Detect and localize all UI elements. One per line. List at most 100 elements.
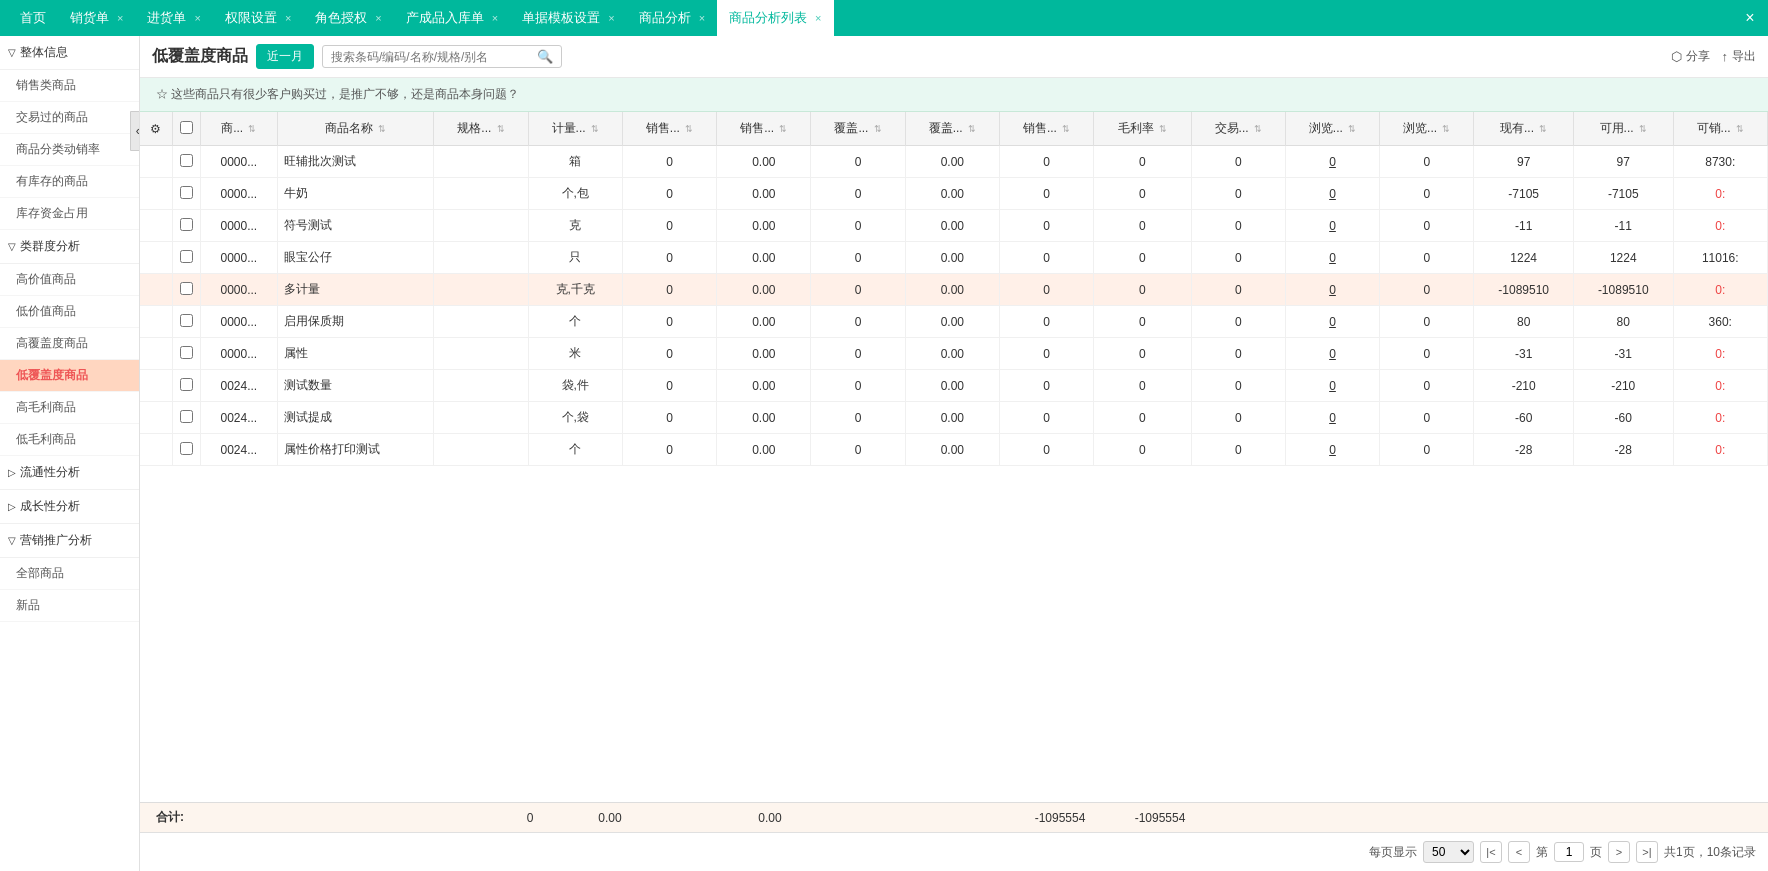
row-checkbox[interactable] [172,274,200,306]
nav-item-home[interactable]: 首页 [8,0,58,36]
prev-page-button[interactable]: < [1508,841,1530,863]
row-checkbox[interactable] [172,370,200,402]
row-sales-qty: 0 [622,146,716,178]
row-trade: 0 [1191,306,1285,338]
row-select-checkbox[interactable] [180,186,193,199]
nav-item-product-analysis[interactable]: 商品分析 × [627,0,717,36]
sidebar-section-liquidity[interactable]: ▷ 流通性分析 [0,456,139,490]
row-browse1[interactable]: 0 [1285,274,1379,306]
per-page-select[interactable]: 50 20 100 [1423,841,1474,863]
first-page-button[interactable]: |< [1480,841,1502,863]
close-icon[interactable]: × [608,0,614,36]
nav-item-sales[interactable]: 销货单 × [58,0,135,36]
row-checkbox[interactable] [172,146,200,178]
sidebar-collapse-button[interactable]: « [130,111,140,151]
sidebar-section-growth[interactable]: ▷ 成长性分析 [0,490,139,524]
row-browse1[interactable]: 0 [1285,434,1379,466]
row-select-checkbox[interactable] [180,218,193,231]
last-page-button[interactable]: >| [1636,841,1658,863]
col-settings[interactable]: ⚙ [140,112,172,146]
select-all-checkbox[interactable] [180,121,193,134]
sidebar-item-high-margin[interactable]: 高毛利商品 [0,392,139,424]
row-trade: 0 [1191,242,1285,274]
row-checkbox[interactable] [172,434,200,466]
row-spec [434,338,528,370]
row-browse1[interactable]: 0 [1285,370,1379,402]
page-number-input[interactable] [1554,842,1584,862]
close-icon[interactable]: × [375,0,381,36]
row-browse1[interactable]: 0 [1285,242,1379,274]
row-sellable: 0: [1673,210,1767,242]
row-browse1[interactable]: 0 [1285,306,1379,338]
sidebar-item-all-goods[interactable]: 全部商品 [0,558,139,590]
row-unit: 箱 [528,146,622,178]
share-button[interactable]: ⬡ 分享 [1671,48,1710,65]
nav-item-roles[interactable]: 角色授权 × [303,0,393,36]
total-cover1 [650,811,730,825]
export-button[interactable]: ↑ 导出 [1722,48,1757,65]
row-select-checkbox[interactable] [180,282,193,295]
row-checkbox[interactable] [172,338,200,370]
sidebar-item-stock-capital[interactable]: 库存资金占用 [0,198,139,230]
col-checkbox-header[interactable] [172,112,200,146]
sidebar-item-in-stock[interactable]: 有库存的商品 [0,166,139,198]
row-browse2: 0 [1380,402,1474,434]
sidebar-section-cluster[interactable]: ▽ 类群度分析 [0,230,139,264]
sidebar-item-sales-goods[interactable]: 销售类商品 [0,70,139,102]
sidebar-item-category-rate[interactable]: 商品分类动销率 [0,134,139,166]
row-browse1[interactable]: 0 [1285,210,1379,242]
row-select-checkbox[interactable] [180,346,193,359]
total-row: 合计: 0 0.00 0.00 -1095554 -1095554 [140,803,1768,832]
product-table-wrapper: ⚙ 商... ⇅ 商品名称 ⇅ 规格... ⇅ 计量... ⇅ 销售... ⇅ … [140,112,1768,802]
close-icon[interactable]: × [117,0,123,36]
nav-item-production[interactable]: 产成品入库单 × [394,0,510,36]
sidebar-item-high-coverage[interactable]: 高覆盖度商品 [0,328,139,360]
row-sales-qty: 0 [622,370,716,402]
nav-item-permissions[interactable]: 权限设置 × [213,0,303,36]
close-icon[interactable]: × [699,0,705,36]
sidebar-section-marketing[interactable]: ▽ 营销推广分析 [0,524,139,558]
row-unit: 个 [528,434,622,466]
row-checkbox[interactable] [172,306,200,338]
sidebar-section-overall[interactable]: ▽ 整体信息 [0,36,139,70]
row-unit: 克 [528,210,622,242]
row-select-checkbox[interactable] [180,442,193,455]
row-sellable: 11016: [1673,242,1767,274]
sidebar-item-traded-goods[interactable]: 交易过的商品 [0,102,139,134]
row-select-checkbox[interactable] [180,314,193,327]
sidebar-item-high-value[interactable]: 高价值商品 [0,264,139,296]
row-select-checkbox[interactable] [180,410,193,423]
sidebar-item-low-margin[interactable]: 低毛利商品 [0,424,139,456]
tab-recent-month[interactable]: 近一月 [256,44,314,69]
row-browse1[interactable]: 0 [1285,146,1379,178]
row-checkbox[interactable] [172,210,200,242]
close-icon[interactable]: × [492,0,498,36]
search-icon[interactable]: 🔍 [537,49,553,64]
row-select-checkbox[interactable] [180,154,193,167]
nav-item-purchase[interactable]: 进货单 × [135,0,212,36]
row-browse1[interactable]: 0 [1285,338,1379,370]
search-input[interactable] [331,50,533,64]
row-select-checkbox[interactable] [180,378,193,391]
close-icon[interactable]: × [285,0,291,36]
next-page-button[interactable]: > [1608,841,1630,863]
row-browse1[interactable]: 0 [1285,178,1379,210]
row-settings [140,402,172,434]
row-checkbox[interactable] [172,178,200,210]
row-browse2: 0 [1380,178,1474,210]
row-select-checkbox[interactable] [180,250,193,263]
row-browse2: 0 [1380,434,1474,466]
nav-item-templates[interactable]: 单据模板设置 × [510,0,626,36]
close-all-button[interactable]: × [1732,0,1768,36]
row-spec [434,402,528,434]
sidebar-item-low-coverage[interactable]: 低覆盖度商品 [0,360,139,392]
row-checkbox[interactable] [172,242,200,274]
close-icon[interactable]: × [194,0,200,36]
sidebar-item-low-value[interactable]: 低价值商品 [0,296,139,328]
row-cover1: 0 [811,434,905,466]
row-checkbox[interactable] [172,402,200,434]
close-icon[interactable]: × [815,0,821,36]
row-browse1[interactable]: 0 [1285,402,1379,434]
sidebar-item-new-products[interactable]: 新品 [0,590,139,622]
nav-item-product-analysis-list[interactable]: 商品分析列表 × [717,0,833,36]
